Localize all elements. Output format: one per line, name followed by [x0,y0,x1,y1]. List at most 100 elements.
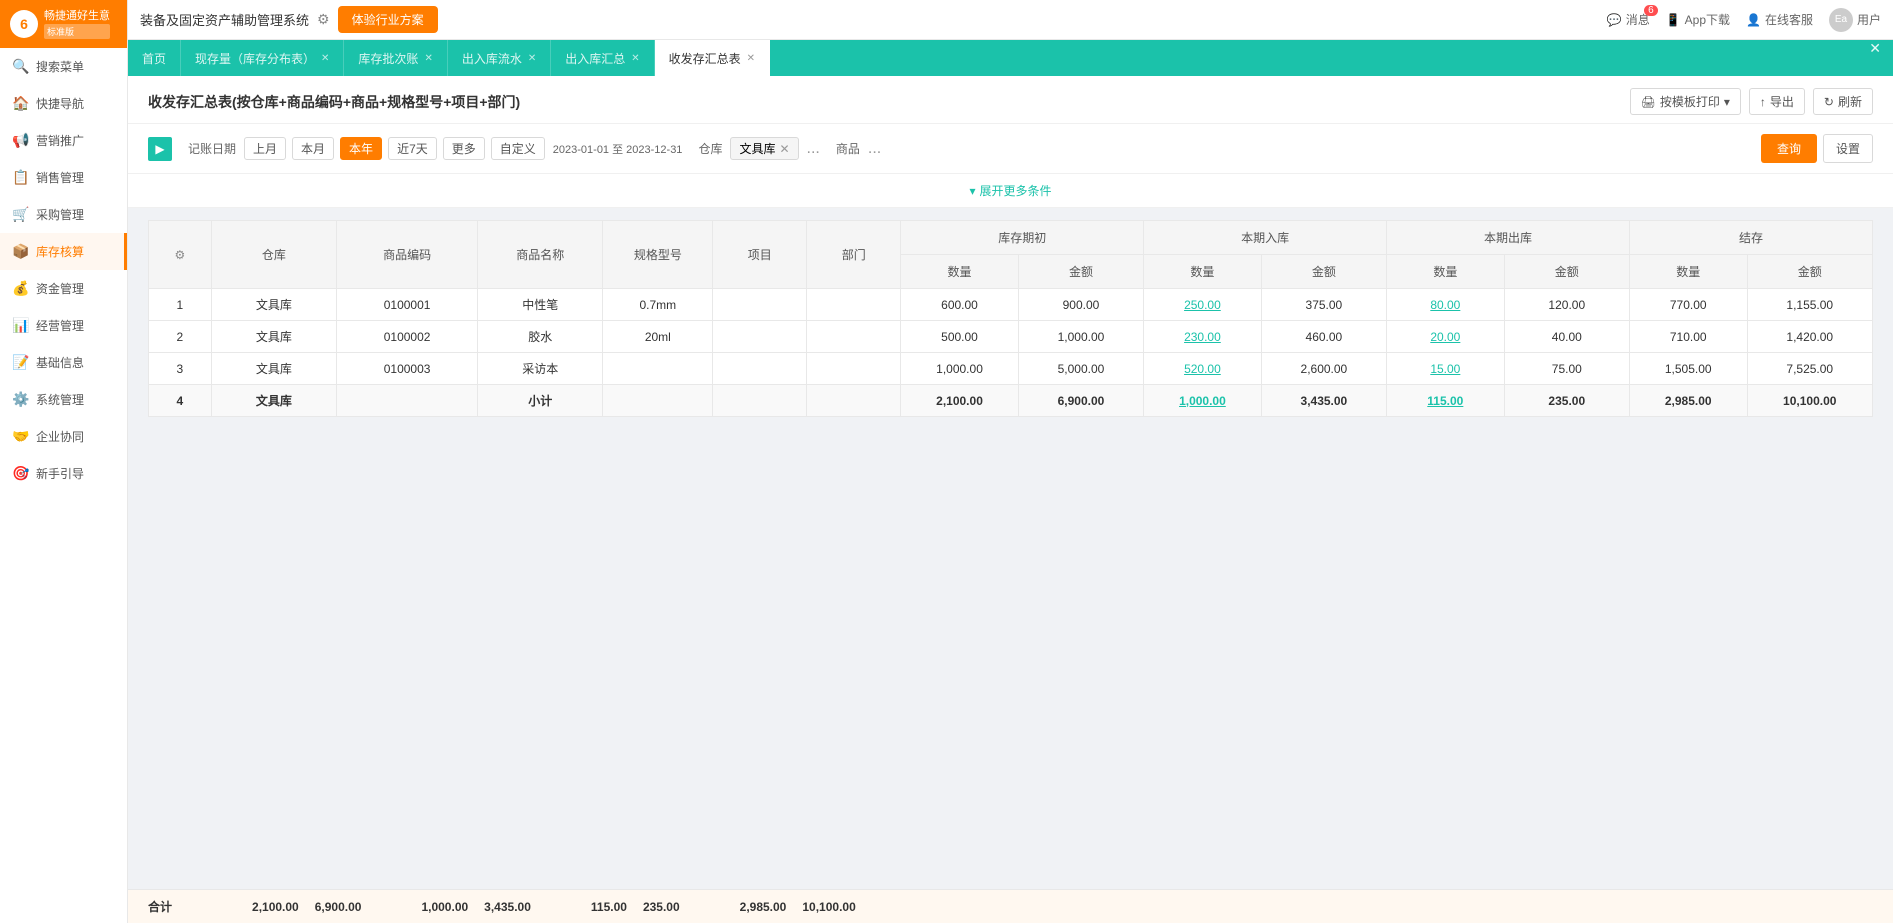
th-warehouse: 仓库 [211,221,336,289]
cell-dept [807,321,901,353]
cell-opening-amt: 5,000.00 [1018,353,1143,385]
export-btn-label: 导出 [1770,93,1794,110]
export-btn[interactable]: ↑ 导出 [1749,88,1805,115]
date-7days-btn[interactable]: 近7天 [388,137,437,160]
footer-in-qty: 1,000.00 [421,900,468,914]
user-item[interactable]: Ea 用户 [1829,8,1881,32]
tab-batch-label: 库存批次账 [358,50,418,67]
cell-out-qty-link[interactable]: 115.00 [1427,394,1463,408]
set-btn[interactable]: 设置 [1823,134,1873,163]
sidebar-item-collab[interactable]: 🤝 企业协同 [0,418,127,455]
logo-icon: 6 [10,10,38,38]
sidebar-item-sales[interactable]: 📋 销售管理 [0,159,127,196]
tab-home[interactable]: 首页 [128,40,181,76]
query-btn[interactable]: 查询 [1761,134,1817,163]
cell-balance-amt: 10,100.00 [1747,385,1873,417]
cell-balance-qty: 1,505.00 [1629,353,1747,385]
goods-more-icon[interactable]: ... [868,140,881,158]
marketing-icon: 📢 [12,132,30,149]
footer-out-qty: 115.00 [591,900,627,914]
chevron-down-icon: ▾ [969,184,975,198]
column-settings-icon[interactable]: ⚙ [174,248,185,262]
tab-close-icon[interactable]: ✕ [528,53,536,64]
footer-opening-qty: 2,100.00 [252,900,299,914]
page-title: 收发存汇总表(按仓库+商品编码+商品+规格型号+项目+部门) [148,92,520,112]
print-btn[interactable]: 🖨 按模板打印 ▾ [1630,88,1741,115]
sidebar-item-newbie[interactable]: 🎯 新手引导 [0,455,127,492]
cell-code: 0100003 [337,353,478,385]
tab-inout-summary[interactable]: 出入库汇总 ✕ [551,40,654,76]
sidebar-logo: 6 畅捷通好生意 标准版 [0,0,127,48]
date-more-btn[interactable]: 更多 [443,137,485,160]
experience-btn[interactable]: 体验行业方案 [338,6,438,33]
sidebar-item-label: 销售管理 [36,169,84,186]
app-download-item[interactable]: 📱 App下载 [1666,11,1730,28]
tab-inout-flow[interactable]: 出入库流水 ✕ [448,40,551,76]
table-footer: 合计 2,100.00 6,900.00 1,000.00 3,435.00 1… [128,889,1893,923]
cell-in-qty[interactable]: 1,000.00 [1144,385,1262,417]
cell-spec: 20ml [603,321,713,353]
expand-more-btn[interactable]: ▾ 展开更多条件 [969,182,1051,199]
cell-warehouse: 文具库 [211,289,336,321]
warehouse-tag-close-icon[interactable]: ✕ [779,142,789,156]
date-this-year-btn[interactable]: 本年 [340,137,382,160]
cell-out-amt: 235.00 [1504,385,1629,417]
sidebar-item-search[interactable]: 🔍 搜索菜单 [0,48,127,85]
data-table: ⚙ 仓库 商品编码 商品名称 规格型号 项目 部门 库存期初 本期入库 本期出库… [148,220,1873,417]
cell-in-qty[interactable]: 520.00 [1144,353,1262,385]
filter-toggle-btn[interactable]: ▶ [148,137,172,161]
tab-inventory-dist[interactable]: 现存量（库存分布表） ✕ [181,40,344,76]
sidebar-item-system[interactable]: ⚙️ 系统管理 [0,381,127,418]
th-in-qty: 数量 [1144,255,1262,289]
tab-close-icon[interactable]: ✕ [631,53,639,64]
date-custom-btn[interactable]: 自定义 [491,137,545,160]
cell-balance-amt: 7,525.00 [1747,353,1873,385]
sidebar-item-marketing[interactable]: 📢 营销推广 [0,122,127,159]
sidebar-item-basicinfo[interactable]: 📝 基础信息 [0,344,127,381]
date-last-month-btn[interactable]: 上月 [244,137,286,160]
tab-close-icon[interactable]: ✕ [321,53,329,64]
th-out-qty: 数量 [1387,255,1505,289]
cell-in-qty-link[interactable]: 250.00 [1184,298,1221,312]
cell-out-qty[interactable]: 20.00 [1387,321,1505,353]
footer-balance-qty: 2,985.00 [740,900,787,914]
service-icon: 👤 [1746,13,1761,27]
tab-receive-summary[interactable]: 收发存汇总表 ✕ [655,40,770,76]
sidebar-item-finance[interactable]: 💰 资金管理 [0,270,127,307]
messages-item[interactable]: 💬 消息 6 [1607,11,1650,28]
cell-in-qty[interactable]: 250.00 [1144,289,1262,321]
refresh-btn[interactable]: ↻ 刷新 [1813,88,1873,115]
sidebar-item-operations[interactable]: 📊 经营管理 [0,307,127,344]
th-dept: 部门 [807,221,901,289]
tab-close-active-icon[interactable]: ✕ [747,53,755,64]
sidebar-item-purchase[interactable]: 🛒 采购管理 [0,196,127,233]
cell-out-qty[interactable]: 80.00 [1387,289,1505,321]
sidebar-item-quicknav[interactable]: 🏠 快捷导航 [0,85,127,122]
online-service-item[interactable]: 👤 在线客服 [1746,11,1813,28]
sidebar-item-inventory[interactable]: 📦 库存核算 [0,233,127,270]
logo-text-block: 畅捷通好生意 标准版 [44,9,110,38]
cell-in-amt: 460.00 [1261,321,1386,353]
cell-out-qty-link[interactable]: 15.00 [1430,362,1460,376]
cell-in-qty-link[interactable]: 520.00 [1184,362,1221,376]
settings-icon[interactable]: ⚙ [317,11,330,28]
finance-icon: 💰 [12,280,30,297]
cell-in-qty[interactable]: 230.00 [1144,321,1262,353]
cell-in-qty-link[interactable]: 230.00 [1184,330,1221,344]
cell-out-qty[interactable]: 15.00 [1387,353,1505,385]
th-out-group: 本期出库 [1387,221,1630,255]
cell-out-qty-link[interactable]: 80.00 [1430,298,1460,312]
cell-in-amt: 375.00 [1261,289,1386,321]
cell-in-qty-link[interactable]: 1,000.00 [1179,394,1226,408]
warehouse-label: 仓库 [698,140,722,157]
cell-out-qty[interactable]: 115.00 [1387,385,1505,417]
sidebar-item-label: 快捷导航 [36,95,84,112]
date-this-month-btn[interactable]: 本月 [292,137,334,160]
tab-main-close-icon[interactable]: ✕ [1857,40,1893,76]
tab-batch[interactable]: 库存批次账 ✕ [344,40,447,76]
warehouse-more-icon[interactable]: ... [807,140,820,158]
cell-balance-amt: 1,420.00 [1747,321,1873,353]
tab-close-icon[interactable]: ✕ [424,53,432,64]
cell-out-qty-link[interactable]: 20.00 [1430,330,1460,344]
footer-out-amt: 235.00 [643,900,680,914]
